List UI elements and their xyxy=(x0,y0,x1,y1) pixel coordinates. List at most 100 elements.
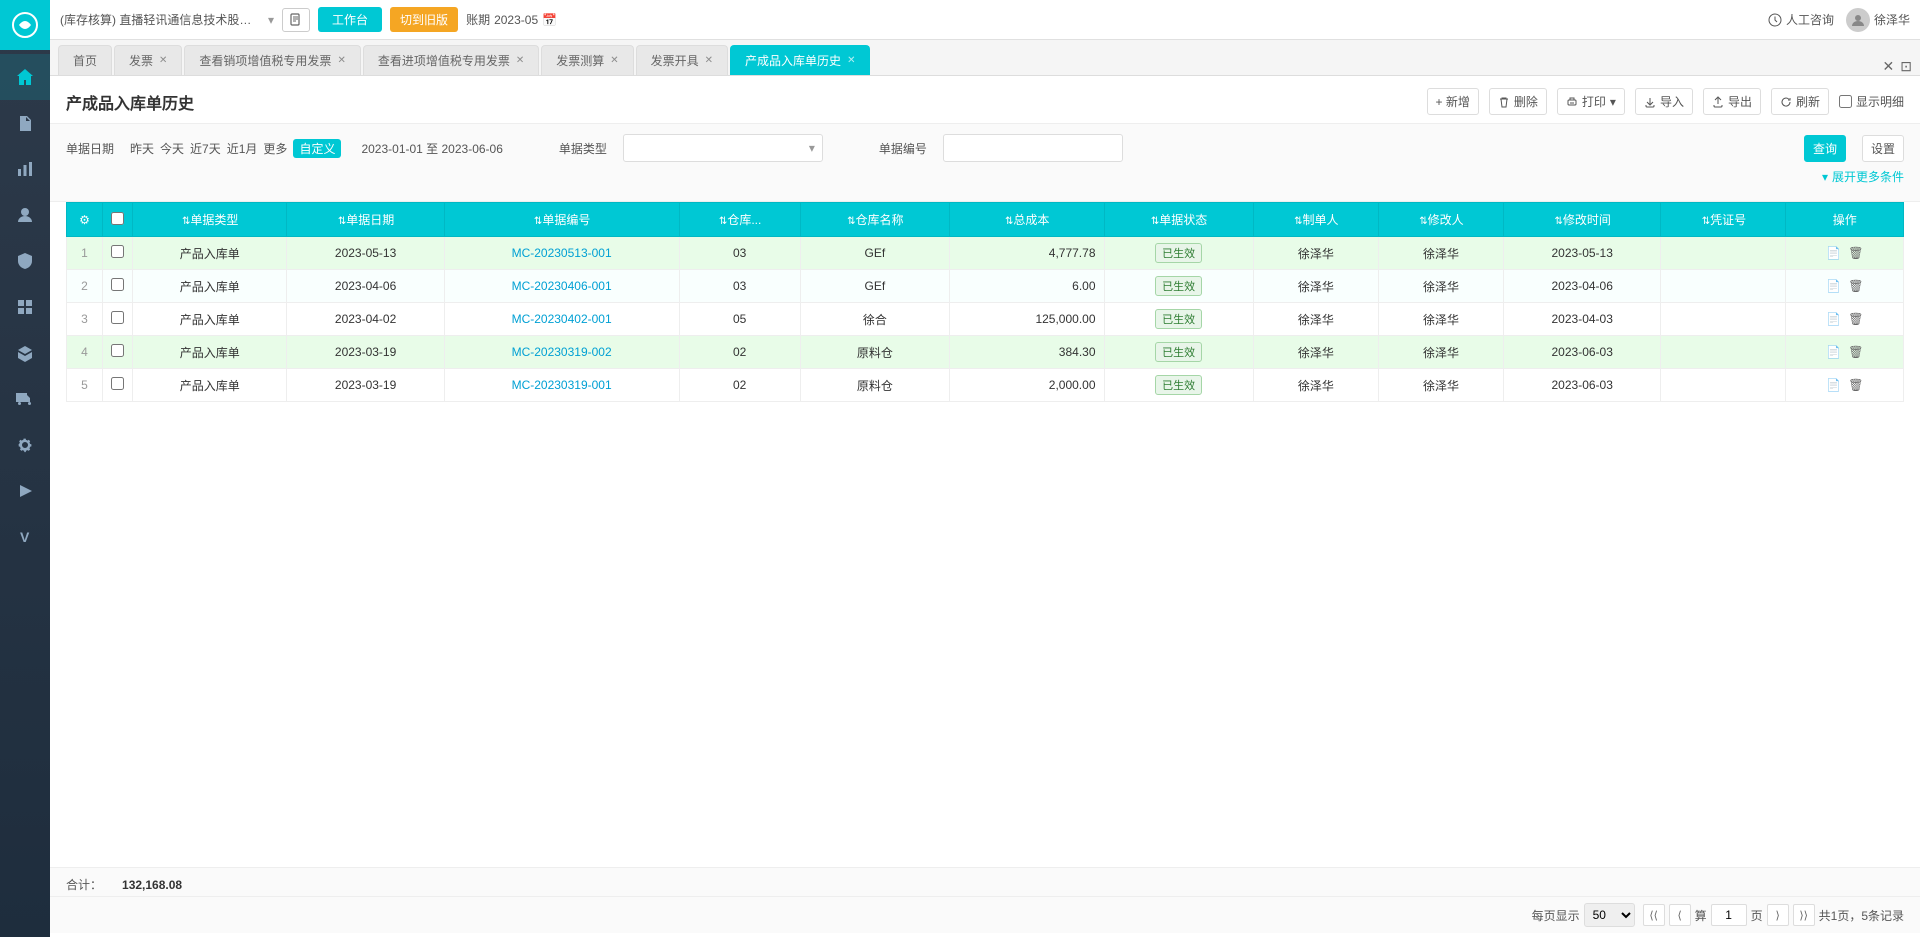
tab-invoice-issue[interactable]: 发票开具 ✕ xyxy=(636,45,728,75)
tab-invoice-issue-close[interactable]: ✕ xyxy=(705,55,713,66)
calendar-icon[interactable]: 📅 xyxy=(542,13,557,27)
first-page-btn[interactable]: ⟨⟨ xyxy=(1643,904,1665,926)
refresh-button[interactable]: 刷新 xyxy=(1771,88,1829,115)
row-type: 产品入库单 xyxy=(133,336,287,369)
tab-input-vat[interactable]: 查看进项增值税专用发票 ✕ xyxy=(363,45,539,75)
row-select-checkbox[interactable] xyxy=(111,377,124,390)
th-voucher[interactable]: ⇅凭证号 xyxy=(1661,203,1786,237)
row-number-link[interactable]: MC-20230319-001 xyxy=(512,378,612,392)
tab-product-history-close[interactable]: ✕ xyxy=(847,55,855,66)
row-select-checkbox[interactable] xyxy=(111,278,124,291)
row-select-checkbox[interactable] xyxy=(111,311,124,324)
date-link-custom[interactable]: 自定义 xyxy=(293,139,341,158)
date-link-1month[interactable]: 近1月 xyxy=(227,140,258,157)
new-button[interactable]: + 新增 xyxy=(1427,88,1479,115)
th-warehouse-code[interactable]: ⇅仓库... xyxy=(679,203,800,237)
tab-sales-vat-close[interactable]: ✕ xyxy=(337,55,345,66)
edit-icon[interactable]: 📄 xyxy=(1826,312,1841,326)
sidebar-item-user[interactable] xyxy=(0,192,50,238)
delete-row-icon[interactable]: 🗑 xyxy=(1848,345,1863,359)
app-logo[interactable] xyxy=(0,0,50,50)
edit-icon[interactable]: 📄 xyxy=(1826,378,1841,392)
user-profile[interactable]: 徐泽华 xyxy=(1846,8,1910,32)
sidebar-item-grid[interactable] xyxy=(0,284,50,330)
th-total-cost[interactable]: ⇅总成本 xyxy=(949,203,1104,237)
date-link-more[interactable]: 更多 xyxy=(263,140,287,157)
sidebar-item-v[interactable]: V xyxy=(0,514,50,560)
page-input[interactable] xyxy=(1711,904,1747,926)
edit-icon[interactable]: 📄 xyxy=(1826,345,1841,359)
last-page-btn[interactable]: ⟩⟩ xyxy=(1793,904,1815,926)
tab-input-vat-close[interactable]: ✕ xyxy=(516,55,524,66)
print-button[interactable]: 打印 ▾ xyxy=(1557,88,1625,115)
select-all-checkbox[interactable] xyxy=(111,212,124,225)
tab-invoice[interactable]: 发票 ✕ xyxy=(114,45,182,75)
date-link-7days[interactable]: 近7天 xyxy=(190,140,221,157)
th-number[interactable]: ⇅单据编号 xyxy=(444,203,679,237)
delete-row-icon[interactable]: 🗑 xyxy=(1848,279,1863,293)
print-dropdown-icon[interactable]: ▾ xyxy=(1610,95,1616,109)
tab-home[interactable]: 首页 xyxy=(58,45,112,75)
delete-button[interactable]: 删除 xyxy=(1489,88,1547,115)
row-number-link[interactable]: MC-20230319-002 xyxy=(512,345,612,359)
settings-button[interactable]: 设置 xyxy=(1862,135,1904,162)
edit-icon[interactable]: 📄 xyxy=(1826,246,1841,260)
row-warehouse-code: 03 xyxy=(679,270,800,303)
export-button[interactable]: 导出 xyxy=(1703,88,1761,115)
tab-invoice-calc[interactable]: 发票测算 ✕ xyxy=(541,45,633,75)
expand-button[interactable]: ▾ 展开更多条件 xyxy=(1822,168,1904,185)
sidebar-item-shield[interactable] xyxy=(0,238,50,284)
type-select[interactable] xyxy=(623,134,823,162)
row-select-checkbox[interactable] xyxy=(111,245,124,258)
search-button[interactable]: 查询 xyxy=(1804,135,1846,162)
th-type[interactable]: ⇅单据类型 xyxy=(133,203,287,237)
delete-row-icon[interactable]: 🗑 xyxy=(1848,246,1863,260)
sidebar-item-play[interactable] xyxy=(0,468,50,514)
tab-sales-vat[interactable]: 查看销项增值税专用发票 ✕ xyxy=(184,45,360,75)
sidebar-item-document[interactable] xyxy=(0,100,50,146)
th-modifier[interactable]: ⇅修改人 xyxy=(1378,203,1503,237)
date-link-yesterday[interactable]: 昨天 xyxy=(130,140,154,157)
sidebar-item-truck[interactable] xyxy=(0,376,50,422)
row-modifier: 徐泽华 xyxy=(1378,336,1503,369)
sidebar-item-chart[interactable] xyxy=(0,146,50,192)
import-button[interactable]: 导入 xyxy=(1635,88,1693,115)
doc-button[interactable] xyxy=(282,8,310,32)
tab-invoice-close[interactable]: ✕ xyxy=(159,55,167,66)
show-detail-checkbox[interactable]: 显示明细 xyxy=(1839,93,1904,110)
row-number-link[interactable]: MC-20230406-001 xyxy=(512,279,612,293)
title-dropdown-icon[interactable]: ▾ xyxy=(268,13,274,27)
row-number-link[interactable]: MC-20230513-001 xyxy=(512,246,612,260)
delete-row-icon[interactable]: 🗑 xyxy=(1848,312,1863,326)
tab-close-all[interactable]: ✕ xyxy=(1883,58,1895,75)
row-checkbox xyxy=(103,237,133,270)
sidebar-item-settings[interactable] xyxy=(0,422,50,468)
date-link-today[interactable]: 今天 xyxy=(160,140,184,157)
user-service[interactable]: 人工咨询 xyxy=(1768,11,1834,28)
tab-invoice-calc-close[interactable]: ✕ xyxy=(610,55,618,66)
sidebar-item-box[interactable] xyxy=(0,330,50,376)
edit-icon[interactable]: 📄 xyxy=(1826,279,1841,293)
row-status: 已生效 xyxy=(1104,369,1253,402)
tab-product-history[interactable]: 产成品入库单历史 ✕ xyxy=(730,45,870,75)
th-date[interactable]: ⇅单据日期 xyxy=(287,203,444,237)
period-switch-button[interactable]: 切到旧版 xyxy=(390,7,458,32)
delete-row-icon[interactable]: 🗑 xyxy=(1848,378,1863,392)
th-creator[interactable]: ⇅制单人 xyxy=(1253,203,1378,237)
column-settings-icon[interactable]: ⚙ xyxy=(79,213,90,227)
row-status: 已生效 xyxy=(1104,237,1253,270)
docnum-filter-label: 单据编号 xyxy=(879,140,927,157)
sidebar-item-home[interactable] xyxy=(0,54,50,100)
th-status[interactable]: ⇅单据状态 xyxy=(1104,203,1253,237)
show-detail-input[interactable] xyxy=(1839,95,1852,108)
row-select-checkbox[interactable] xyxy=(111,344,124,357)
th-modify-time[interactable]: ⇅修改时间 xyxy=(1504,203,1661,237)
row-number-link[interactable]: MC-20230402-001 xyxy=(512,312,612,326)
docnum-input[interactable] xyxy=(943,134,1123,162)
workbench-button[interactable]: 工作台 xyxy=(318,7,382,32)
th-warehouse-name[interactable]: ⇅仓库名称 xyxy=(800,203,949,237)
tab-expand[interactable]: ⊡ xyxy=(1900,58,1912,75)
per-page-select[interactable]: 50 100 200 xyxy=(1584,903,1635,927)
next-page-btn[interactable]: ⟩ xyxy=(1767,904,1789,926)
prev-page-btn[interactable]: ⟨ xyxy=(1669,904,1691,926)
